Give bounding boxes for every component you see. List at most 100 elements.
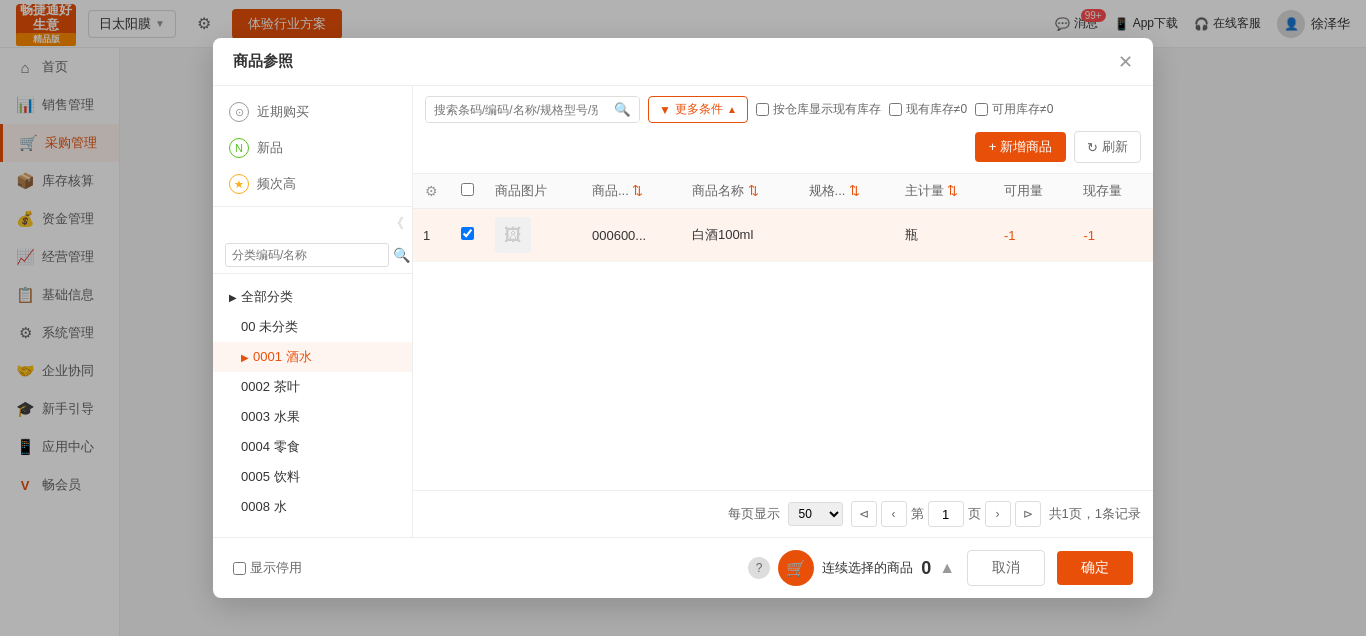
- table-row[interactable]: 1 🖼 000600... 白酒100ml: [413, 209, 1153, 262]
- td-stock: -1: [1073, 209, 1153, 262]
- recent-icon: ⊙: [229, 102, 249, 122]
- cat-unclassified[interactable]: 00 未分类: [213, 312, 412, 342]
- sort-icon: ⇅: [849, 183, 860, 198]
- th-settings: ⚙: [413, 174, 449, 209]
- refresh-button[interactable]: ↻ 刷新: [1074, 131, 1141, 163]
- pagination: 每页显示 20 50 100 ⊲ ‹ 第 页 › ⊳: [413, 490, 1153, 537]
- th-name[interactable]: 商品名称 ⇅: [682, 174, 799, 209]
- category-search-icon[interactable]: 🔍: [393, 247, 410, 263]
- product-table: ⚙ 商品图片 商品... ⇅: [413, 174, 1153, 262]
- first-page-button[interactable]: ⊲: [851, 501, 877, 527]
- cart-count: 0: [921, 558, 931, 579]
- product-table-container: ⚙ 商品图片 商品... ⇅: [413, 174, 1153, 490]
- cat-label: 0008 水: [241, 498, 287, 516]
- product-thumbnail: 🖼: [495, 217, 531, 253]
- modal-body: ⊙ 近期购买 N 新品 ★ 频次高 《: [213, 86, 1153, 537]
- modal-title: 商品参照: [233, 52, 293, 71]
- cat-appliance[interactable]: 0010 家电: [213, 522, 412, 529]
- cat-water[interactable]: 0008 水: [213, 492, 412, 522]
- page-navigation: ⊲ ‹ 第 页 › ⊳: [851, 501, 1041, 527]
- th-checkbox: [449, 174, 485, 209]
- show-disabled-input[interactable]: [233, 562, 246, 575]
- show-disabled-checkbox[interactable]: 显示停用: [233, 559, 302, 577]
- th-name-label: 商品名称: [692, 183, 744, 198]
- show-disabled-label: 显示停用: [250, 559, 302, 577]
- category-tree: ▶ 全部分类 00 未分类 ▶ 0001 酒水 0002 茶叶 0003 水果: [213, 274, 412, 529]
- th-code[interactable]: 商品... ⇅: [582, 174, 682, 209]
- td-checkbox: [449, 209, 485, 262]
- cat-snack[interactable]: 0004 零食: [213, 432, 412, 462]
- expand-icon: ▶: [229, 292, 237, 303]
- checkbox-available-nonzero[interactable]: 可用库存≠0: [975, 101, 1053, 118]
- product-search-bar: 🔍: [425, 96, 640, 123]
- cart-icon: 🛒: [786, 559, 806, 578]
- filter-button[interactable]: ▼ 更多条件 ▲: [648, 96, 748, 123]
- cart-label: 连续选择的商品: [822, 559, 913, 577]
- collapse-left-button[interactable]: 《: [213, 211, 412, 237]
- cancel-button[interactable]: 取消: [967, 550, 1045, 586]
- td-name: 白酒100ml: [682, 209, 799, 262]
- last-page-button[interactable]: ⊳: [1015, 501, 1041, 527]
- th-code-label: 商品...: [592, 183, 629, 198]
- td-code: 000600...: [582, 209, 682, 262]
- checkbox-stock-nonzero[interactable]: 现有库存≠0: [889, 101, 967, 118]
- th-spec[interactable]: 规格... ⇅: [799, 174, 895, 209]
- nav-new[interactable]: N 新品: [213, 130, 412, 166]
- expand-icon: ▶: [241, 352, 249, 363]
- checkbox-available-nonzero-input[interactable]: [975, 103, 988, 116]
- modal-footer: 显示停用 ? 🛒 连续选择的商品 0 ▲ 取消 确定: [213, 537, 1153, 598]
- confirm-button[interactable]: 确定: [1057, 551, 1133, 585]
- page-number-input[interactable]: [928, 501, 964, 527]
- checkbox-available-nonzero-label: 可用库存≠0: [992, 101, 1053, 118]
- th-spec-label: 规格...: [809, 183, 846, 198]
- checkbox-stock-nonzero-label: 现有库存≠0: [906, 101, 967, 118]
- nav-recent-label: 近期购买: [257, 103, 309, 121]
- cat-all[interactable]: ▶ 全部分类: [213, 282, 412, 312]
- product-search-input[interactable]: [426, 98, 606, 122]
- checkbox-warehouse-input[interactable]: [756, 103, 769, 116]
- sort-icon: ⇅: [632, 183, 643, 198]
- toolbar-right: + 新增商品 ↻ 刷新: [975, 131, 1141, 163]
- chevron-up-icon: ▲: [727, 104, 737, 115]
- next-page-button[interactable]: ›: [985, 501, 1011, 527]
- select-all-checkbox[interactable]: [461, 183, 474, 196]
- nav-recent[interactable]: ⊙ 近期购买: [213, 94, 412, 130]
- page-size-select[interactable]: 20 50 100: [788, 502, 843, 526]
- checkbox-warehouse[interactable]: 按仓库显示现有库存: [756, 101, 881, 118]
- product-search-button[interactable]: 🔍: [606, 97, 639, 122]
- table-header-row: ⚙ 商品图片 商品... ⇅: [413, 174, 1153, 209]
- footer-left: 显示停用: [233, 559, 302, 577]
- th-unit[interactable]: 主计量 ⇅: [895, 174, 994, 209]
- category-search-input[interactable]: [225, 243, 389, 267]
- image-placeholder-icon: 🖼: [504, 225, 522, 246]
- sort-icon: ⇅: [748, 183, 759, 198]
- cat-drink[interactable]: 0005 饮料: [213, 462, 412, 492]
- help-icon[interactable]: ?: [748, 557, 770, 579]
- cat-label: 0010 家电: [241, 528, 300, 529]
- cat-fruit[interactable]: 0003 水果: [213, 402, 412, 432]
- add-product-button[interactable]: + 新增商品: [975, 132, 1066, 162]
- cart-collapse-icon[interactable]: ▲: [939, 559, 955, 577]
- modal-header: 商品参照 ✕: [213, 38, 1153, 86]
- td-unit: 瓶: [895, 209, 994, 262]
- cat-liquor[interactable]: ▶ 0001 酒水: [213, 342, 412, 372]
- modal-left-panel: ⊙ 近期购买 N 新品 ★ 频次高 《: [213, 86, 413, 537]
- cart-button[interactable]: 🛒: [778, 550, 814, 586]
- nav-freq-label: 频次高: [257, 175, 296, 193]
- cat-label: 0004 零食: [241, 438, 300, 456]
- nav-new-label: 新品: [257, 139, 283, 157]
- cat-label: 0005 饮料: [241, 468, 300, 486]
- cat-tea[interactable]: 0002 茶叶: [213, 372, 412, 402]
- filter-icon: ▼: [659, 103, 671, 117]
- checkbox-stock-nonzero-input[interactable]: [889, 103, 902, 116]
- page-label: 第: [911, 505, 924, 523]
- prev-page-button[interactable]: ‹: [881, 501, 907, 527]
- td-index: 1: [413, 209, 449, 262]
- row-checkbox[interactable]: [461, 227, 474, 240]
- new-icon: N: [229, 138, 249, 158]
- product-toolbar: 🔍 ▼ 更多条件 ▲ 按仓库显示现有库存 现有库存≠0: [413, 86, 1153, 174]
- page-label2: 页: [968, 505, 981, 523]
- nav-freq[interactable]: ★ 频次高: [213, 166, 412, 202]
- modal-close-button[interactable]: ✕: [1118, 53, 1133, 71]
- column-settings-icon[interactable]: ⚙: [425, 183, 438, 199]
